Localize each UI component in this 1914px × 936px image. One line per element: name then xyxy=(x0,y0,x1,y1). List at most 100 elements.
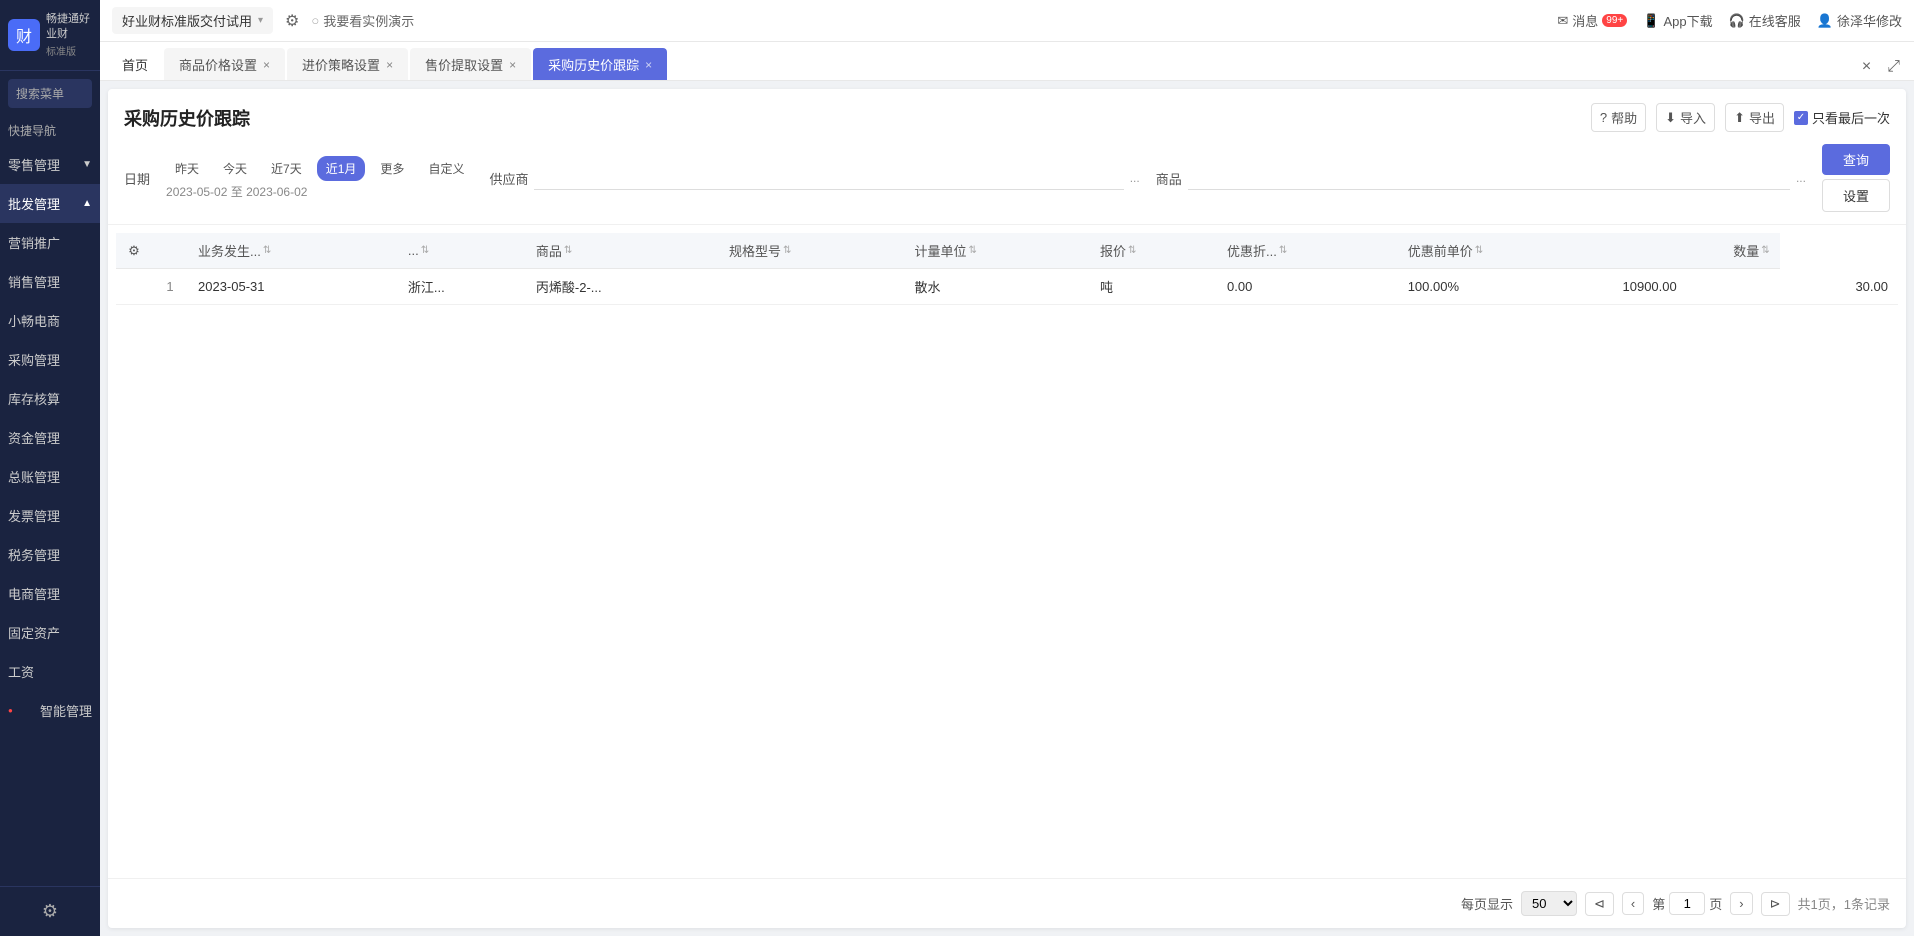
sort-icon: ⇅ xyxy=(564,245,572,256)
chevron-down-icon: ▼ xyxy=(82,159,92,170)
demo-icon: ○ xyxy=(311,13,319,28)
col-date[interactable]: 业务发生... ⇅ xyxy=(188,233,398,269)
sidebar-item-assets[interactable]: 固定资产 xyxy=(0,613,100,652)
col-spec[interactable]: 规格型号 ⇅ xyxy=(719,233,905,269)
row-unit: 散水 xyxy=(904,269,1090,305)
date-last1m-button[interactable]: 近1月 xyxy=(317,156,366,181)
message-button[interactable]: ✉ 消息 99+ xyxy=(1557,11,1627,30)
row-date: 2023-05-31 xyxy=(188,269,398,305)
tab-history-price[interactable]: 采购历史价跟踪 × xyxy=(533,48,667,80)
sort-icon: ⇅ xyxy=(1279,245,1287,256)
sidebar-search-button[interactable]: 搜索菜单 xyxy=(8,79,92,108)
sidebar-item-tax[interactable]: 税务管理 xyxy=(0,535,100,574)
col-unit[interactable]: 计量单位 ⇅ xyxy=(904,233,1090,269)
sidebar-item-ledger[interactable]: 总账管理 xyxy=(0,457,100,496)
per-page-select[interactable]: 50 20 100 xyxy=(1521,891,1577,916)
sidebar-item-retail[interactable]: 零售管理 ▼ xyxy=(0,145,100,184)
col-num xyxy=(152,233,188,269)
close-icon[interactable]: × xyxy=(645,58,652,72)
close-icon[interactable]: × xyxy=(509,58,516,72)
date-range-display: 2023-05-02 至 2023-06-02 xyxy=(166,183,473,200)
goods-input[interactable] xyxy=(1188,166,1790,190)
sidebar-item-ecommerce-small[interactable]: 小畅电商 xyxy=(0,301,100,340)
message-icon: ✉ xyxy=(1557,13,1568,29)
sidebar-settings-button[interactable]: ⚙ xyxy=(8,895,92,928)
supplier-filter: 供应商 ... xyxy=(489,166,1139,190)
content-wrapper: 采购历史价跟踪 ? 帮助 ⬇ 导入 ⬆ 导出 ✓ xyxy=(100,81,1914,936)
close-window-button[interactable]: × xyxy=(1856,54,1877,80)
page-number-input[interactable] xyxy=(1669,892,1705,915)
sidebar-item-marketing[interactable]: 营销推广 xyxy=(0,223,100,262)
last-only-checkbox[interactable]: ✓ 只看最后一次 xyxy=(1794,108,1890,127)
next-page-button[interactable]: › xyxy=(1730,892,1752,915)
user-menu-button[interactable]: 👤 徐泽华修改 xyxy=(1817,11,1902,30)
last-page-button[interactable]: ⊳ xyxy=(1761,892,1790,916)
sort-preprice: 优惠前单价 ⇅ xyxy=(1408,241,1603,260)
sort-icon: ⇅ xyxy=(1475,245,1483,256)
export-icon: ⬆ xyxy=(1734,110,1745,126)
table-container: ⚙ 业务发生... ⇅ ... ⇅ xyxy=(108,225,1906,878)
row-price: 0.00 xyxy=(1217,269,1398,305)
sidebar-quicknav[interactable]: 快捷导航 xyxy=(0,116,100,145)
date-yesterday-button[interactable]: 昨天 xyxy=(166,156,208,181)
sidebar-item-smart[interactable]: 智能管理 xyxy=(0,691,100,730)
sort-date: 业务发生... ⇅ xyxy=(198,241,388,260)
help-button[interactable]: ? 帮助 xyxy=(1591,103,1646,132)
date-more-button[interactable]: 更多 xyxy=(371,156,413,181)
settings-icon[interactable]: ⚙ xyxy=(285,11,299,31)
date-today-button[interactable]: 今天 xyxy=(214,156,256,181)
sidebar-item-finance[interactable]: 资金管理 xyxy=(0,418,100,457)
sidebar-item-ecommerce[interactable]: 电商管理 xyxy=(0,574,100,613)
date-custom-button[interactable]: 自定义 xyxy=(419,156,473,181)
supplier-more-button[interactable]: ... xyxy=(1130,171,1140,185)
date-filter-label: 日期 xyxy=(124,169,150,188)
sidebar-item-purchase[interactable]: 采购管理 xyxy=(0,340,100,379)
export-button[interactable]: ⬆ 导出 xyxy=(1725,103,1784,132)
date-last7-button[interactable]: 近7天 xyxy=(262,156,311,181)
page-actions: ? 帮助 ⬇ 导入 ⬆ 导出 ✓ 只看最后一次 xyxy=(1591,103,1890,132)
col-discount[interactable]: 优惠折... ⇅ xyxy=(1217,233,1398,269)
table-settings-button[interactable]: 设置 xyxy=(1822,179,1890,212)
col-goods[interactable]: 商品 ⇅ xyxy=(526,233,719,269)
tab-home[interactable]: 首页 xyxy=(108,48,162,80)
supplier-input[interactable] xyxy=(534,166,1123,190)
tab-sale-price[interactable]: 售价提取设置 × xyxy=(410,48,531,80)
sidebar-item-invoice[interactable]: 发票管理 xyxy=(0,496,100,535)
col-qty[interactable]: 数量 ⇅ xyxy=(1613,233,1780,269)
import-icon: ⬇ xyxy=(1665,110,1676,126)
row-actions xyxy=(116,269,152,305)
col-gear[interactable]: ⚙ xyxy=(116,233,152,269)
row-spec xyxy=(719,269,905,305)
sidebar-item-sales[interactable]: 销售管理 xyxy=(0,262,100,301)
maximize-window-button[interactable]: ⤢ xyxy=(1881,54,1906,80)
tab-purchase-strategy[interactable]: 进价策略设置 × xyxy=(287,48,408,80)
pagination: 每页显示 50 20 100 ⊲ ‹ 第 页 › ⊳ 共1页，1条记录 xyxy=(108,878,1906,928)
col-more[interactable]: ... ⇅ xyxy=(398,233,526,269)
sort-discount: 优惠折... ⇅ xyxy=(1227,241,1388,260)
prev-page-button[interactable]: ‹ xyxy=(1622,892,1644,915)
sidebar-item-wholesale[interactable]: 批发管理 ▲ xyxy=(0,184,100,223)
per-page-label: 每页显示 xyxy=(1461,894,1513,913)
tab-price[interactable]: 商品价格设置 × xyxy=(164,48,285,80)
import-button[interactable]: ⬇ 导入 xyxy=(1656,103,1715,132)
sort-icon: ⇅ xyxy=(969,245,977,256)
demo-button[interactable]: ○ 我要看实例演示 xyxy=(311,11,414,30)
sort-price: 报价 ⇅ xyxy=(1100,241,1207,260)
sidebar-search-container: 搜索菜单 xyxy=(0,71,100,116)
goods-filter: 商品 ... xyxy=(1156,166,1806,190)
col-price[interactable]: 报价 ⇅ xyxy=(1090,233,1217,269)
query-button[interactable]: 查询 xyxy=(1822,144,1890,175)
close-icon[interactable]: × xyxy=(386,58,393,72)
version-selector[interactable]: 好业财标准版交付试用 ▾ xyxy=(112,7,273,34)
sidebar-item-inventory[interactable]: 库存核算 xyxy=(0,379,100,418)
close-icon[interactable]: × xyxy=(263,58,270,72)
col-preprice[interactable]: 优惠前单价 ⇅ xyxy=(1398,233,1613,269)
online-service-button[interactable]: 🎧 在线客服 xyxy=(1729,11,1801,30)
first-page-button[interactable]: ⊲ xyxy=(1585,892,1614,916)
main-area: 好业财标准版交付试用 ▾ ⚙ ○ 我要看实例演示 ✉ 消息 99+ 📱 App下… xyxy=(100,0,1914,936)
goods-more-button[interactable]: ... xyxy=(1796,171,1806,185)
sidebar-item-payroll[interactable]: 工资 xyxy=(0,652,100,691)
sort-qty: 数量 ⇅ xyxy=(1623,241,1770,260)
date-options: 昨天 今天 近7天 近1月 更多 自定义 2023-05-02 至 2023-0… xyxy=(166,156,473,200)
app-download-button[interactable]: 📱 App下载 xyxy=(1643,11,1712,30)
